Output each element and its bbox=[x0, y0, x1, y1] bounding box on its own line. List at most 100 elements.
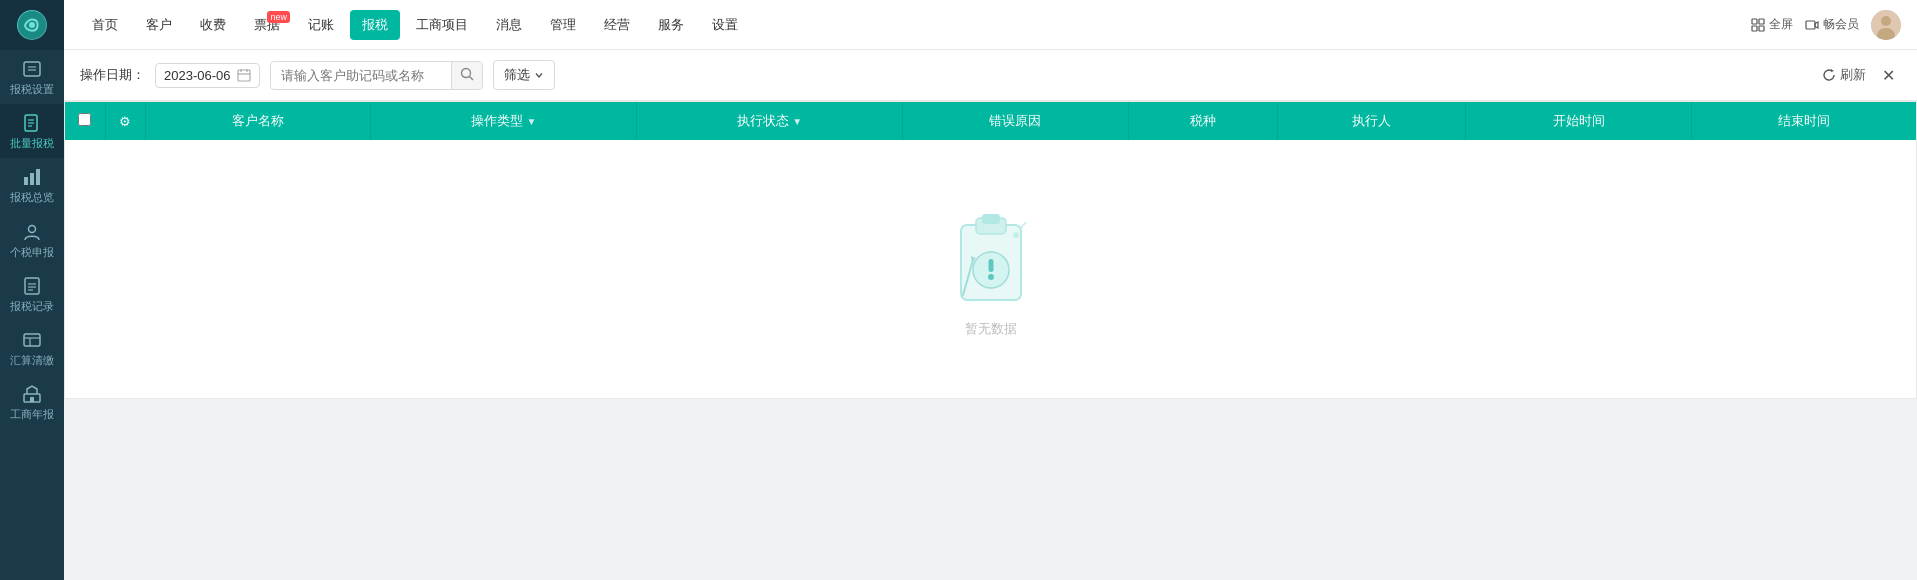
svg-rect-25 bbox=[1759, 26, 1764, 31]
page-body: ⚙ 客户名称 操作类型 ▼ 执行状态 bbox=[64, 101, 1917, 399]
date-value: 2023-06-06 bbox=[164, 68, 231, 83]
search-icon bbox=[460, 67, 474, 81]
nav-item-clients[interactable]: 客户 bbox=[134, 10, 184, 40]
nav-item-settings[interactable]: 设置 bbox=[700, 10, 750, 40]
nav-item-bookkeeping[interactable]: 记账 bbox=[296, 10, 346, 40]
empty-state: 暂无数据 bbox=[65, 140, 1916, 398]
nav-item-billing[interactable]: 收费 bbox=[188, 10, 238, 40]
svg-rect-40 bbox=[988, 259, 993, 272]
svg-rect-38 bbox=[982, 214, 1000, 224]
svg-point-28 bbox=[1881, 16, 1891, 26]
topnav: 首页 客户 收费 票据 new 记账 报税 工商项目 消息 bbox=[64, 0, 1917, 50]
app-logo-icon bbox=[17, 10, 47, 40]
sidebar-item-label: 报税记录 bbox=[10, 300, 54, 313]
close-button[interactable]: ✕ bbox=[1876, 64, 1901, 87]
svg-rect-22 bbox=[1752, 19, 1757, 24]
svg-rect-11 bbox=[36, 169, 40, 185]
personal-tax-icon bbox=[21, 221, 43, 243]
th-settings: ⚙ bbox=[105, 102, 145, 140]
th-operation-type: 操作类型 ▼ bbox=[371, 102, 637, 140]
sidebar-item-tax-settings[interactable]: 报税设置 bbox=[0, 50, 64, 104]
sidebar-item-tax-overview[interactable]: 报税总览 bbox=[0, 158, 64, 212]
svg-line-45 bbox=[1021, 222, 1026, 228]
th-client-name: 客户名称 bbox=[145, 102, 371, 140]
chevron-down-icon bbox=[534, 70, 544, 80]
sidebar-item-annual-report[interactable]: 工商年报 bbox=[0, 375, 64, 429]
filter-button[interactable]: 筛选 bbox=[493, 60, 555, 90]
svg-rect-13 bbox=[25, 278, 39, 294]
th-end-time: 结束时间 bbox=[1691, 102, 1916, 140]
sidebar-item-batch-tax[interactable]: 批量报税 bbox=[0, 104, 64, 158]
nav-item-messages[interactable]: 消息 bbox=[484, 10, 534, 40]
sidebar-item-label: 批量报税 bbox=[10, 137, 54, 150]
date-label: 操作日期： bbox=[80, 66, 145, 84]
refresh-icon bbox=[1822, 68, 1836, 82]
refresh-button[interactable]: 刷新 bbox=[1822, 66, 1866, 84]
sidebar-item-label: 报税设置 bbox=[10, 83, 54, 96]
content-area: 操作日期： 2023-06-06 bbox=[64, 50, 1917, 580]
sidebar-item-label: 汇算清缴 bbox=[10, 354, 54, 367]
sort-icon: ▼ bbox=[527, 116, 537, 127]
toolbar: 操作日期： 2023-06-06 bbox=[64, 50, 1917, 101]
sidebar: 报税设置 批量报税 报税总览 bbox=[0, 0, 64, 580]
nav-item-services[interactable]: 服务 bbox=[646, 10, 696, 40]
page-content: 操作日期： 2023-06-06 bbox=[64, 50, 1917, 580]
user-avatar[interactable] bbox=[1871, 10, 1901, 40]
fullscreen-btn[interactable]: 全屏 bbox=[1751, 16, 1793, 33]
batch-tax-icon bbox=[21, 112, 43, 134]
svg-rect-23 bbox=[1759, 19, 1764, 24]
sidebar-logo bbox=[0, 0, 64, 50]
nav-item-home[interactable]: 首页 bbox=[80, 10, 130, 40]
nav-item-finance[interactable]: 经营 bbox=[592, 10, 642, 40]
svg-rect-17 bbox=[24, 334, 40, 346]
svg-point-34 bbox=[461, 68, 470, 77]
sidebar-item-label: 个税申报 bbox=[10, 246, 54, 259]
svg-rect-26 bbox=[1806, 21, 1815, 29]
sort-icon: ▼ bbox=[792, 116, 802, 127]
svg-rect-2 bbox=[24, 62, 40, 76]
svg-point-41 bbox=[988, 274, 994, 280]
svg-rect-21 bbox=[30, 397, 34, 402]
th-tax-type: 税种 bbox=[1128, 102, 1278, 140]
tax-records-icon bbox=[21, 275, 43, 297]
svg-point-44 bbox=[1013, 232, 1019, 238]
empty-illustration bbox=[941, 200, 1041, 320]
svg-point-12 bbox=[29, 225, 36, 232]
table-container: ⚙ 客户名称 操作类型 ▼ 执行状态 bbox=[65, 102, 1916, 398]
svg-rect-10 bbox=[30, 173, 34, 185]
settings-icon: ⚙ bbox=[119, 114, 131, 129]
tax-settings-icon bbox=[21, 58, 43, 80]
sidebar-item-settlement[interactable]: 汇算清缴 bbox=[0, 321, 64, 375]
topnav-items: 首页 客户 收费 票据 new 记账 报税 工商项目 消息 bbox=[80, 10, 1751, 40]
th-exec-status: 执行状态 ▼ bbox=[637, 102, 903, 140]
svg-line-35 bbox=[469, 76, 473, 80]
th-start-time: 开始时间 bbox=[1466, 102, 1692, 140]
empty-text: 暂无数据 bbox=[965, 320, 1017, 338]
calendar-icon bbox=[237, 68, 251, 82]
svg-rect-30 bbox=[238, 70, 250, 81]
topnav-right: 全屏 畅会员 bbox=[1751, 10, 1901, 40]
nav-item-business[interactable]: 工商项目 bbox=[404, 10, 480, 40]
search-button[interactable] bbox=[451, 62, 482, 89]
tax-overview-icon bbox=[21, 166, 43, 188]
date-picker[interactable]: 2023-06-06 bbox=[155, 63, 260, 88]
nav-item-management[interactable]: 管理 bbox=[538, 10, 588, 40]
th-executor: 执行人 bbox=[1278, 102, 1466, 140]
sidebar-item-tax-records[interactable]: 报税记录 bbox=[0, 267, 64, 321]
svg-rect-24 bbox=[1752, 26, 1757, 31]
svg-rect-9 bbox=[24, 177, 28, 185]
search-wrapper bbox=[270, 61, 483, 90]
fullscreen-icon bbox=[1751, 18, 1765, 32]
search-input[interactable] bbox=[271, 63, 451, 88]
sidebar-item-label: 工商年报 bbox=[10, 408, 54, 421]
svg-point-1 bbox=[29, 22, 35, 28]
nav-item-invoices[interactable]: 票据 new bbox=[242, 10, 292, 40]
main-wrapper: 首页 客户 收费 票据 new 记账 报税 工商项目 消息 bbox=[64, 0, 1917, 580]
sidebar-item-personal-tax[interactable]: 个税申报 bbox=[0, 213, 64, 267]
sidebar-item-label: 报税总览 bbox=[10, 191, 54, 204]
nav-item-tax[interactable]: 报税 bbox=[350, 10, 400, 40]
member-btn[interactable]: 畅会员 bbox=[1805, 16, 1859, 33]
select-all-checkbox[interactable] bbox=[78, 113, 91, 126]
th-error-reason: 错误原因 bbox=[902, 102, 1128, 140]
video-icon bbox=[1805, 18, 1819, 32]
